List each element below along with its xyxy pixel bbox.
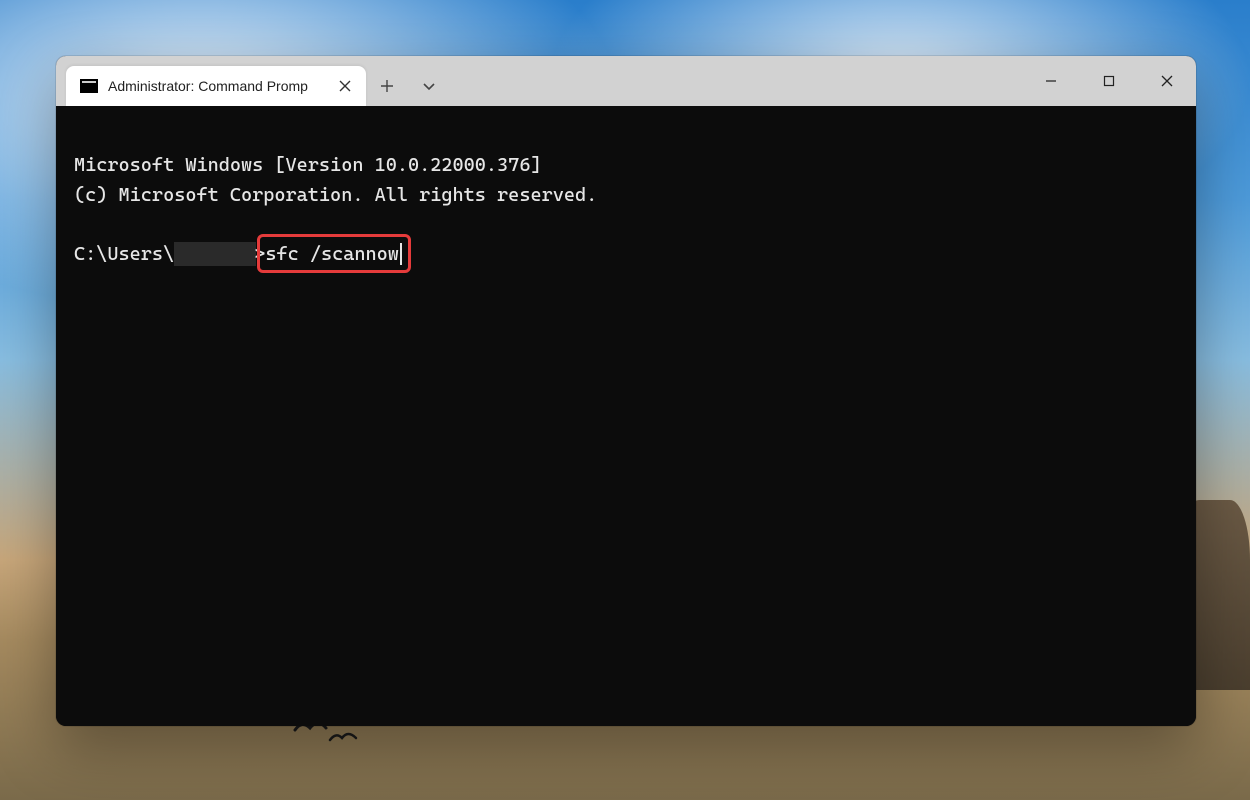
plus-icon [380, 79, 394, 93]
command-wrapper: sfc /scannow [265, 240, 399, 269]
tab-title: Administrator: Command Promp [108, 78, 326, 94]
terminal-body[interactable]: Microsoft Windows [Version 10.0.22000.37… [56, 106, 1196, 726]
tab-close-button[interactable] [336, 77, 354, 95]
minimize-button[interactable] [1022, 56, 1080, 106]
window-controls [1022, 56, 1196, 106]
maximize-button[interactable] [1080, 56, 1138, 106]
desktop-wallpaper: Administrator: Command Promp [0, 0, 1250, 800]
redacted-username [174, 242, 256, 266]
version-line: Microsoft Windows [Version 10.0.22000.37… [74, 154, 542, 176]
close-icon [1161, 75, 1173, 87]
tab-dropdown-button[interactable] [408, 66, 450, 106]
text-cursor [400, 243, 402, 265]
close-window-button[interactable] [1138, 56, 1196, 106]
prompt-line: C:\Users\ >sfc /scannow [74, 240, 1178, 269]
command-text: sfc /scannow [265, 243, 399, 265]
minimize-icon [1045, 75, 1057, 87]
terminal-window: Administrator: Command Promp [56, 56, 1196, 726]
prompt-prefix: C:\Users\ [74, 240, 174, 269]
copyright-line: (c) Microsoft Corporation. All rights re… [74, 184, 597, 206]
prompt-suffix: > [254, 240, 265, 269]
new-tab-button[interactable] [366, 66, 408, 106]
titlebar[interactable]: Administrator: Command Promp [56, 56, 1196, 106]
close-icon [339, 80, 351, 92]
cmd-icon [80, 79, 98, 93]
maximize-icon [1103, 75, 1115, 87]
tab-command-prompt[interactable]: Administrator: Command Promp [66, 66, 366, 106]
chevron-down-icon [422, 79, 436, 93]
